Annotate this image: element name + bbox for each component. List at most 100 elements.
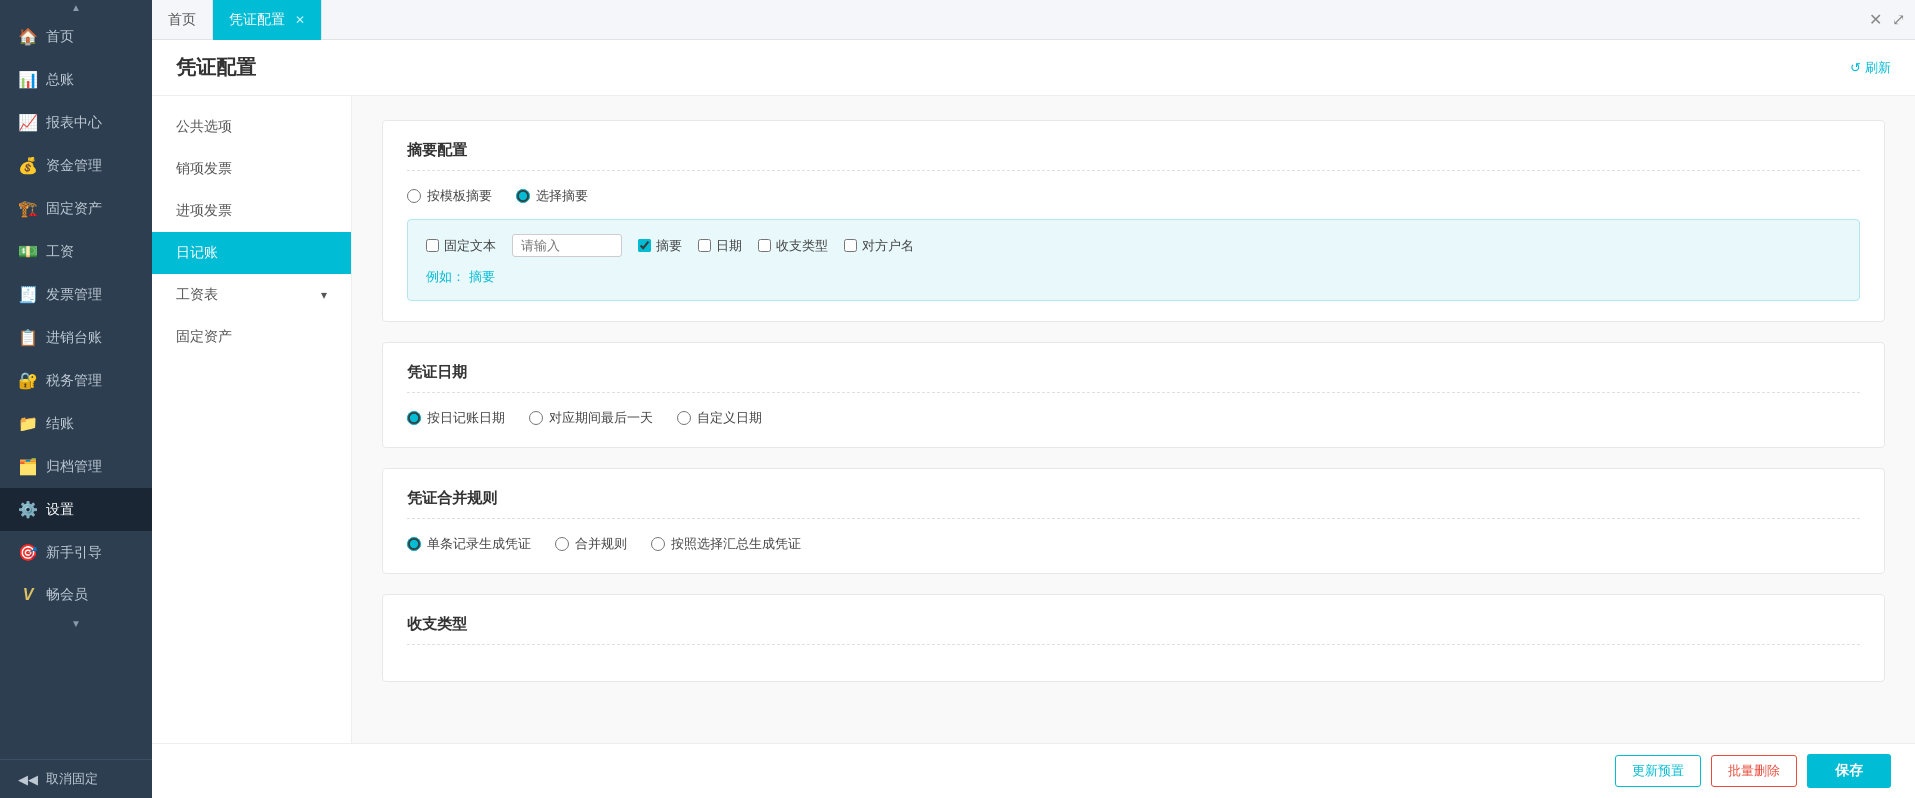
template-summary-radio[interactable] bbox=[407, 189, 421, 203]
nav-purchase-invoice[interactable]: 进项发票 bbox=[152, 190, 351, 232]
sidebar-item-purchase-sales[interactable]: 📋 进销台账 bbox=[0, 316, 152, 359]
income-type-check-option[interactable]: 收支类型 bbox=[758, 237, 828, 255]
summary-config-section: 摘要配置 按模板摘要 选择摘要 bbox=[382, 120, 1885, 322]
tab-close-icon[interactable]: ✕ bbox=[295, 13, 305, 27]
batch-delete-button[interactable]: 批量删除 bbox=[1711, 755, 1797, 787]
summary-check-label: 摘要 bbox=[656, 237, 682, 255]
nav-public-options-label: 公共选项 bbox=[176, 118, 232, 136]
by-period-last-day-option[interactable]: 对应期间最后一天 bbox=[529, 409, 653, 427]
nav-payroll-table[interactable]: 工资表 ▾ bbox=[152, 274, 351, 316]
left-nav: 公共选项 销项发票 进项发票 日记账 工资表 ▾ 固定资产 bbox=[152, 96, 352, 743]
summary-check-option[interactable]: 摘要 bbox=[638, 237, 682, 255]
by-selection-option[interactable]: 按照选择汇总生成凭证 bbox=[651, 535, 801, 553]
nav-journal[interactable]: 日记账 bbox=[152, 232, 351, 274]
voucher-date-radio-group: 按日记账日期 对应期间最后一天 自定义日期 bbox=[407, 409, 1860, 427]
nav-sales-invoice-label: 销项发票 bbox=[176, 160, 232, 178]
save-button[interactable]: 保存 bbox=[1807, 754, 1891, 788]
date-check-option[interactable]: 日期 bbox=[698, 237, 742, 255]
tab-voucher-config[interactable]: 凭证配置 ✕ bbox=[213, 0, 322, 40]
single-record-label: 单条记录生成凭证 bbox=[427, 535, 531, 553]
sidebar-item-ledger[interactable]: 📊 总账 bbox=[0, 58, 152, 101]
date-checkbox[interactable] bbox=[698, 239, 711, 252]
template-summary-label: 按模板摘要 bbox=[427, 187, 492, 205]
sidebar-item-invoice-mgmt[interactable]: 🧾 发票管理 bbox=[0, 273, 152, 316]
sidebar-cancel-pin[interactable]: ◀◀ 取消固定 bbox=[0, 759, 152, 798]
merge-rules-radio[interactable] bbox=[555, 537, 569, 551]
sidebar-item-label: 结账 bbox=[46, 415, 74, 433]
window-resize-icon[interactable]: ⤢ bbox=[1892, 10, 1905, 29]
sidebar-item-member[interactable]: V 畅会员 bbox=[0, 574, 152, 616]
refresh-button[interactable]: ↺ 刷新 bbox=[1850, 59, 1891, 77]
merge-rules-option[interactable]: 合并规则 bbox=[555, 535, 627, 553]
sidebar-item-tax[interactable]: 🔐 税务管理 bbox=[0, 359, 152, 402]
report-icon: 📈 bbox=[18, 113, 38, 132]
fixed-assets-icon: 🏗️ bbox=[18, 199, 38, 218]
sidebar-item-settings[interactable]: ⚙️ 设置 bbox=[0, 488, 152, 531]
fixed-text-option[interactable]: 固定文本 bbox=[426, 237, 496, 255]
by-selection-radio[interactable] bbox=[651, 537, 665, 551]
sidebar-item-label: 新手引导 bbox=[46, 544, 102, 562]
merge-rules-section: 凭证合并规则 单条记录生成凭证 合并规则 按照选择汇总生成凭证 bbox=[382, 468, 1885, 574]
fixed-text-input[interactable] bbox=[512, 234, 622, 257]
window-close-icon[interactable]: ✕ bbox=[1869, 10, 1882, 29]
sidebar-item-report[interactable]: 📈 报表中心 bbox=[0, 101, 152, 144]
sidebar-item-payroll[interactable]: 💵 工资 bbox=[0, 230, 152, 273]
fixed-text-label: 固定文本 bbox=[444, 237, 496, 255]
sidebar-scroll-down[interactable]: ▼ bbox=[0, 616, 152, 631]
single-record-radio[interactable] bbox=[407, 537, 421, 551]
sidebar-item-funds[interactable]: 💰 资金管理 bbox=[0, 144, 152, 187]
refresh-icon: ↺ bbox=[1850, 60, 1861, 75]
tab-bar: 首页 凭证配置 ✕ ✕ ⤢ bbox=[152, 0, 1915, 40]
archive-icon: 🗂️ bbox=[18, 457, 38, 476]
select-summary-option[interactable]: 选择摘要 bbox=[516, 187, 588, 205]
voucher-date-title: 凭证日期 bbox=[407, 363, 1860, 393]
tax-icon: 🔐 bbox=[18, 371, 38, 390]
by-journal-date-option[interactable]: 按日记账日期 bbox=[407, 409, 505, 427]
nav-purchase-invoice-label: 进项发票 bbox=[176, 202, 232, 220]
summary-section-title: 摘要配置 bbox=[407, 141, 1860, 171]
counterpart-checkbox[interactable] bbox=[844, 239, 857, 252]
sidebar-item-label: 归档管理 bbox=[46, 458, 102, 476]
tab-home[interactable]: 首页 bbox=[152, 0, 213, 40]
template-summary-option[interactable]: 按模板摘要 bbox=[407, 187, 492, 205]
voucher-date-section: 凭证日期 按日记账日期 对应期间最后一天 自定义日期 bbox=[382, 342, 1885, 448]
sidebar-item-fixed-assets[interactable]: 🏗️ 固定资产 bbox=[0, 187, 152, 230]
counterpart-check-option[interactable]: 对方户名 bbox=[844, 237, 914, 255]
settings-icon: ⚙️ bbox=[18, 500, 38, 519]
sidebar-item-label: 税务管理 bbox=[46, 372, 102, 390]
sidebar-scroll-up[interactable]: ▲ bbox=[0, 0, 152, 15]
by-period-last-day-label: 对应期间最后一天 bbox=[549, 409, 653, 427]
sidebar-item-archive[interactable]: 🗂️ 归档管理 bbox=[0, 445, 152, 488]
by-journal-date-radio[interactable] bbox=[407, 411, 421, 425]
nav-public-options[interactable]: 公共选项 bbox=[152, 106, 351, 148]
tab-home-label: 首页 bbox=[168, 11, 196, 29]
pin-icon: ◀◀ bbox=[18, 772, 38, 787]
sidebar: ▲ 🏠 首页 📊 总账 📈 报表中心 💰 资金管理 🏗️ 固定资产 💵 工资 🧾… bbox=[0, 0, 152, 798]
summary-checkbox-row: 固定文本 摘要 日期 bbox=[426, 234, 1841, 257]
sidebar-item-label: 固定资产 bbox=[46, 200, 102, 218]
income-type-checkbox[interactable] bbox=[758, 239, 771, 252]
summary-config-box: 固定文本 摘要 日期 bbox=[407, 219, 1860, 301]
nav-fixed-assets[interactable]: 固定资产 bbox=[152, 316, 351, 358]
ledger-icon: 📊 bbox=[18, 70, 38, 89]
nav-fixed-assets-label: 固定资产 bbox=[176, 328, 232, 346]
select-summary-radio[interactable] bbox=[516, 189, 530, 203]
sidebar-item-guide[interactable]: 🎯 新手引导 bbox=[0, 531, 152, 574]
custom-date-option[interactable]: 自定义日期 bbox=[677, 409, 762, 427]
nav-sales-invoice[interactable]: 销项发票 bbox=[152, 148, 351, 190]
merge-rules-label: 合并规则 bbox=[575, 535, 627, 553]
sidebar-item-label: 设置 bbox=[46, 501, 74, 519]
page-title: 凭证配置 bbox=[176, 54, 256, 81]
summary-checkbox[interactable] bbox=[638, 239, 651, 252]
fixed-text-checkbox[interactable] bbox=[426, 239, 439, 252]
single-record-option[interactable]: 单条记录生成凭证 bbox=[407, 535, 531, 553]
income-type-section: 收支类型 bbox=[382, 594, 1885, 682]
by-selection-label: 按照选择汇总生成凭证 bbox=[671, 535, 801, 553]
update-preview-button[interactable]: 更新预置 bbox=[1615, 755, 1701, 787]
sidebar-item-label: 总账 bbox=[46, 71, 74, 89]
sidebar-item-home[interactable]: 🏠 首页 bbox=[0, 15, 152, 58]
custom-date-radio[interactable] bbox=[677, 411, 691, 425]
sidebar-item-settlement[interactable]: 📁 结账 bbox=[0, 402, 152, 445]
by-period-last-day-radio[interactable] bbox=[529, 411, 543, 425]
by-journal-date-label: 按日记账日期 bbox=[427, 409, 505, 427]
